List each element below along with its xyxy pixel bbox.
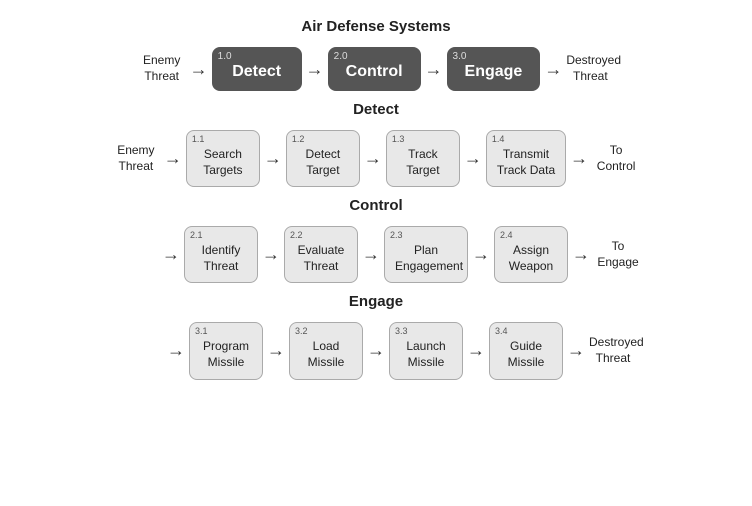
label-launch-missile: LaunchMissile xyxy=(400,339,452,370)
label-detect-target: DetectTarget xyxy=(297,147,349,178)
control-output-label: To Engage xyxy=(594,239,642,270)
detect-arrow-2 xyxy=(360,148,386,169)
num-3-1: 3.1 xyxy=(195,326,208,336)
box-track-target: 1.3 TrackTarget xyxy=(386,130,460,187)
box-transmit-track: 1.4 TransmitTrack Data xyxy=(486,130,566,187)
num-2-3: 2.3 xyxy=(390,230,403,240)
box-detect-top: 1.0 Detect xyxy=(212,47,302,91)
detect-arrow-1 xyxy=(260,148,286,169)
label-assign-weapon: AssignWeapon xyxy=(505,243,557,274)
label-track-target: TrackTarget xyxy=(397,147,449,178)
control-arrow-4 xyxy=(568,244,594,265)
diagram-wrapper: Air Defense Systems EnemyThreat 1.0 Dete… xyxy=(0,0,752,396)
num-3-2: 3.2 xyxy=(295,326,308,336)
engage-arrow-2 xyxy=(363,340,389,361)
box-guide-missile: 3.4 GuideMissile xyxy=(489,322,563,379)
top-input-label: EnemyThreat xyxy=(138,53,186,84)
engage-arrow-3 xyxy=(463,340,489,361)
control-arrow-3 xyxy=(468,244,494,265)
arrow-3 xyxy=(540,59,566,80)
box-search-targets: 1.1 SearchTargets xyxy=(186,130,260,187)
box-program-missile: 3.1 ProgramMissile xyxy=(189,322,263,379)
box-evaluate-threat: 2.2 EvaluateThreat xyxy=(284,226,358,283)
arrow-0 xyxy=(186,59,212,80)
engage-output-label: DestroyedThreat xyxy=(589,335,637,366)
detect-arrow-4 xyxy=(566,148,592,169)
control-flow-row: 2.1 IdentifyThreat 2.2 EvaluateThreat 2.… xyxy=(10,226,742,283)
box-plan-engagement: 2.3 PlanEngagement xyxy=(384,226,468,283)
main-title: Air Defense Systems xyxy=(10,18,742,35)
engage-arrow-1 xyxy=(263,340,289,361)
box-num-2: 2.0 xyxy=(334,51,348,62)
engage-arrow-4 xyxy=(563,340,589,361)
detect-arrow-0 xyxy=(160,148,186,169)
label-identify-threat: IdentifyThreat xyxy=(195,243,247,274)
label-program-missile: ProgramMissile xyxy=(200,339,252,370)
num-3-4: 3.4 xyxy=(495,326,508,336)
arrow-1 xyxy=(302,59,328,80)
num-1-1: 1.1 xyxy=(192,134,205,144)
engage-title: Engage xyxy=(10,293,742,310)
box-load-missile: 3.2 LoadMissile xyxy=(289,322,363,379)
control-arrow-1 xyxy=(258,244,284,265)
control-title: Control xyxy=(10,197,742,214)
box-label-control: Control xyxy=(346,63,403,81)
engage-arrow-0 xyxy=(163,340,189,361)
detect-arrow-3 xyxy=(460,148,486,169)
box-num-3: 3.0 xyxy=(453,51,467,62)
box-detect-target: 1.2 DetectTarget xyxy=(286,130,360,187)
num-1-3: 1.3 xyxy=(392,134,405,144)
label-plan-engagement: PlanEngagement xyxy=(395,243,457,274)
top-flow-row: EnemyThreat 1.0 Detect 2.0 Control 3.0 E… xyxy=(10,47,742,91)
detect-input-label: EnemyThreat xyxy=(112,143,160,174)
label-search-targets: SearchTargets xyxy=(197,147,249,178)
top-output-label: DestroyedThreat xyxy=(566,53,614,84)
box-label-engage: Engage xyxy=(465,63,523,81)
num-1-2: 1.2 xyxy=(292,134,305,144)
box-label-detect: Detect xyxy=(230,63,284,81)
label-load-missile: LoadMissile xyxy=(300,339,352,370)
detect-title: Detect xyxy=(10,101,742,118)
num-1-4: 1.4 xyxy=(492,134,505,144)
box-identify-threat: 2.1 IdentifyThreat xyxy=(184,226,258,283)
detect-output-label: To Control xyxy=(592,143,640,174)
detect-flow-row: EnemyThreat 1.1 SearchTargets 1.2 Detect… xyxy=(10,130,742,187)
box-control-top: 2.0 Control xyxy=(328,47,421,91)
arrow-2 xyxy=(421,59,447,80)
num-2-2: 2.2 xyxy=(290,230,303,240)
label-transmit-track: TransmitTrack Data xyxy=(497,147,555,178)
control-arrow-0 xyxy=(158,244,184,265)
box-engage-top: 3.0 Engage xyxy=(447,47,541,91)
control-arrow-2 xyxy=(358,244,384,265)
label-guide-missile: GuideMissile xyxy=(500,339,552,370)
num-2-1: 2.1 xyxy=(190,230,203,240)
label-evaluate-threat: EvaluateThreat xyxy=(295,243,347,274)
engage-flow-row: 3.1 ProgramMissile 3.2 LoadMissile 3.3 L… xyxy=(10,322,742,379)
box-num-1: 1.0 xyxy=(218,51,232,62)
num-2-4: 2.4 xyxy=(500,230,513,240)
box-launch-missile: 3.3 LaunchMissile xyxy=(389,322,463,379)
num-3-3: 3.3 xyxy=(395,326,408,336)
box-assign-weapon: 2.4 AssignWeapon xyxy=(494,226,568,283)
